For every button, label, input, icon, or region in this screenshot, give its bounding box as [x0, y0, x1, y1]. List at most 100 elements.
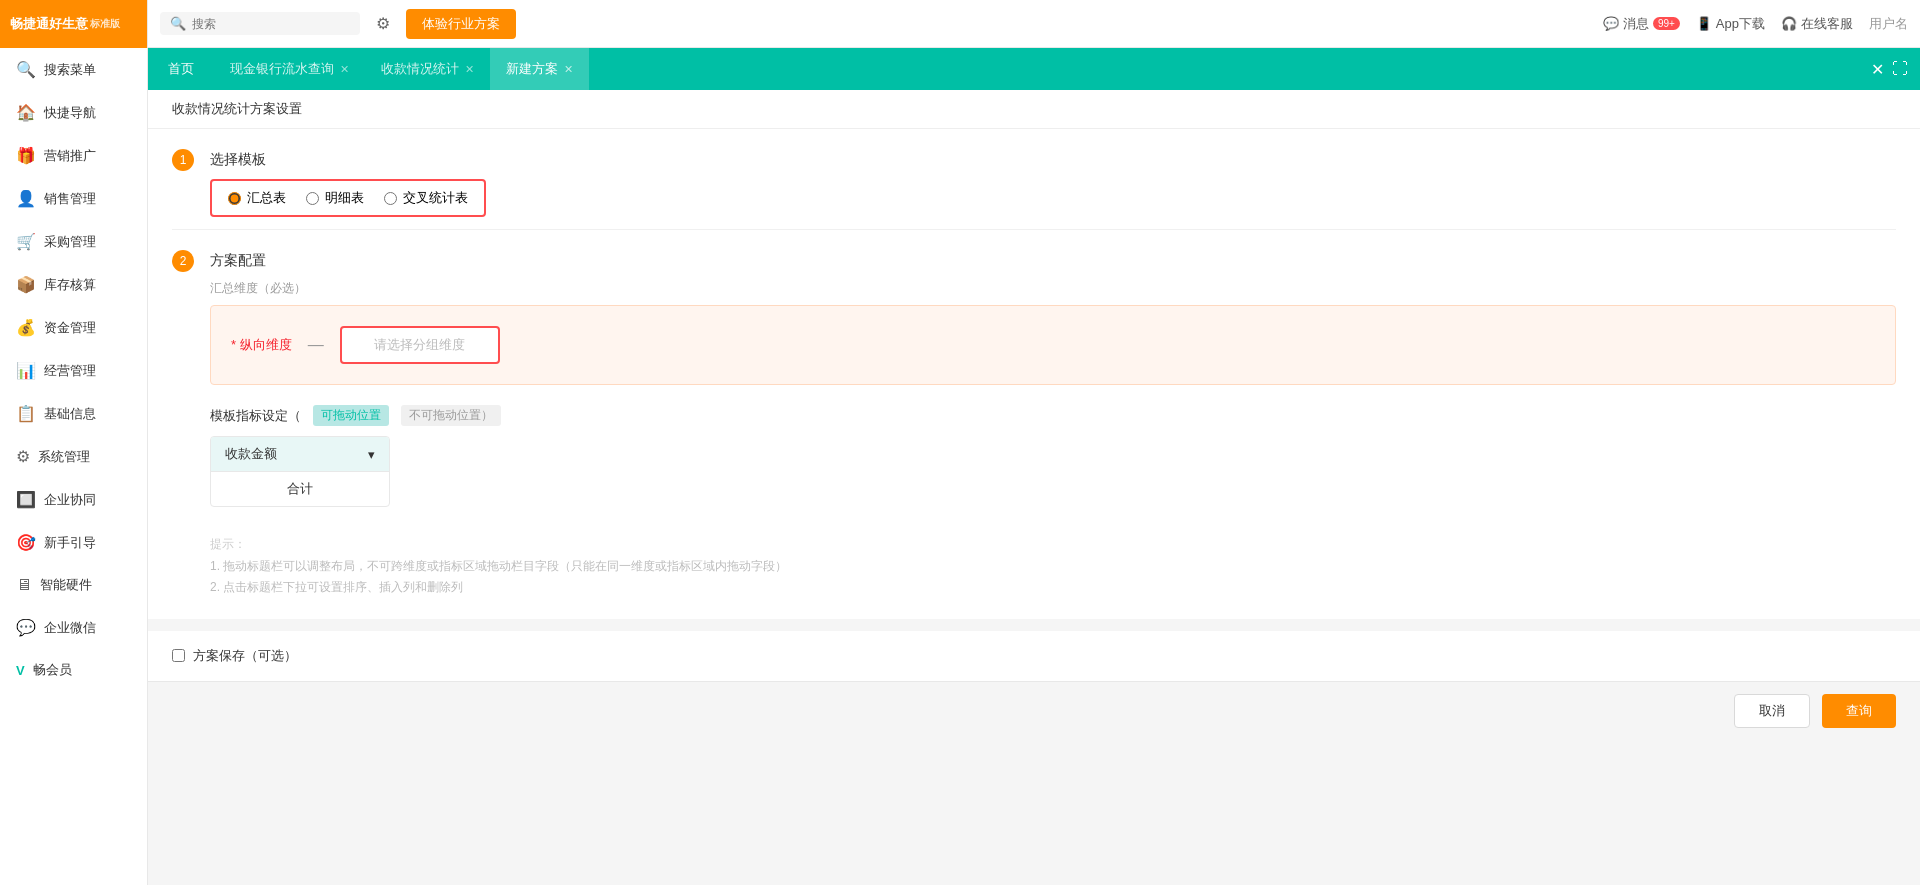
download-item[interactable]: 📱 App下载: [1696, 15, 1765, 33]
sidebar-item-management[interactable]: 📊 经营管理: [0, 349, 147, 392]
arrow-icon: —: [308, 336, 324, 354]
sidebar-item-label: 企业协同: [44, 491, 96, 509]
tab-new-plan-label: 新建方案: [506, 60, 558, 78]
sidebar-item-finance[interactable]: 💰 资金管理: [0, 306, 147, 349]
search-icon: 🔍: [16, 60, 36, 79]
footer: 取消 查询: [148, 681, 1920, 740]
search-box[interactable]: 🔍: [160, 12, 360, 35]
sidebar-item-sales[interactable]: 👤 销售管理: [0, 177, 147, 220]
bell-icon: 💬: [1603, 16, 1619, 31]
sidebar-item-label: 企业微信: [44, 619, 96, 637]
radio-detail[interactable]: 明细表: [306, 189, 364, 207]
radio-summary-label: 汇总表: [247, 189, 286, 207]
sidebar-item-marketing[interactable]: 🎁 营销推广: [0, 134, 147, 177]
radio-detail-input[interactable]: [306, 192, 319, 205]
vip-icon: V: [16, 663, 25, 678]
sidebar-item-label: 系统管理: [38, 448, 90, 466]
topbar-right: 💬 消息 99+ 📱 App下载 🎧 在线客服 用户名: [1603, 15, 1908, 33]
sidebar-item-purchase[interactable]: 🛒 采购管理: [0, 220, 147, 263]
tab-home-label: 首页: [168, 60, 194, 78]
tag-fixed: 不可拖动位置）: [401, 405, 501, 426]
dimension-area: * 纵向维度 — 请选择分组维度: [210, 305, 1896, 385]
metric-header-label: 收款金额: [225, 445, 277, 463]
sidebar-item-basic-info[interactable]: 📋 基础信息: [0, 392, 147, 435]
hardware-icon: 🖥: [16, 576, 32, 594]
sidebar-item-wechat[interactable]: 💬 企业微信: [0, 606, 147, 649]
sidebar-item-label: 营销推广: [44, 147, 96, 165]
step2-section: 2 方案配置 汇总维度（必选） * 纵向维度 — 请选择分组维度: [172, 250, 1896, 599]
sidebar-item-label: 基础信息: [44, 405, 96, 423]
app-name: 畅捷通好生意: [10, 15, 88, 33]
step1-title: 选择模板: [210, 151, 266, 169]
breadcrumb: 收款情况统计方案设置: [172, 101, 302, 116]
sidebar-item-guide[interactable]: 🎯 新手引导: [0, 521, 147, 564]
gift-icon: 🎁: [16, 146, 36, 165]
radio-summary-input[interactable]: [228, 192, 241, 205]
save-section: 方案保存（可选）: [148, 631, 1920, 681]
metric-table-row: 合计: [211, 472, 389, 506]
tips-title: 提示：: [210, 537, 246, 551]
box-icon: 📦: [16, 275, 36, 294]
tab-home[interactable]: 首页: [148, 48, 214, 90]
dimension-select[interactable]: 请选择分组维度: [340, 326, 500, 364]
settings-icon: ⚙: [16, 447, 30, 466]
save-checkbox[interactable]: [172, 649, 185, 662]
sidebar-item-enterprise[interactable]: 🔲 企业协同: [0, 478, 147, 521]
tip-item-2: 2. 点击标题栏下拉可设置排序、插入列和删除列: [210, 577, 1896, 599]
sidebar-item-inventory[interactable]: 📦 库存核算: [0, 263, 147, 306]
enterprise-icon: 🔲: [16, 490, 36, 509]
sidebar-item-system[interactable]: ⚙ 系统管理: [0, 435, 147, 478]
sidebar-item-label: 新手引导: [44, 534, 96, 552]
chart-icon: 📊: [16, 361, 36, 380]
close-icon[interactable]: ✕: [340, 63, 349, 76]
sidebar-item-label: 经营管理: [44, 362, 96, 380]
settings-icon[interactable]: ⚙: [376, 14, 390, 33]
download-label: App下载: [1716, 15, 1765, 33]
tab-receipts[interactable]: 收款情况统计 ✕: [365, 48, 490, 90]
vertical-dimension-label: * 纵向维度: [231, 336, 292, 354]
cancel-button[interactable]: 取消: [1734, 694, 1810, 728]
page-content: 收款情况统计方案设置 1 选择模板 汇总表 明细表: [148, 90, 1920, 885]
radio-detail-label: 明细表: [325, 189, 364, 207]
search-input[interactable]: [192, 17, 332, 31]
sidebar-logo: 畅捷通好生意 标准版: [0, 0, 147, 48]
tab-cashflow[interactable]: 现金银行流水查询 ✕: [214, 48, 365, 90]
close-icon[interactable]: ✕: [564, 63, 573, 76]
sidebar-item-search[interactable]: 🔍 搜索菜单: [0, 48, 147, 91]
divider: [172, 229, 1896, 230]
tabbar-controls: ✕ ⛶: [1871, 60, 1920, 79]
money-icon: 💰: [16, 318, 36, 337]
industry-solution-button[interactable]: 体验行业方案: [406, 9, 516, 39]
topbar: 🔍 ⚙ 体验行业方案 💬 消息 99+ 📱 App下载 🎧 在线客服 用户名: [148, 0, 1920, 48]
step1-row: 1 选择模板: [172, 149, 1896, 171]
close-window-icon[interactable]: ✕: [1871, 60, 1884, 79]
query-button[interactable]: 查询: [1822, 694, 1896, 728]
radio-cross-input[interactable]: [384, 192, 397, 205]
home-icon: 🏠: [16, 103, 36, 122]
close-icon[interactable]: ✕: [465, 63, 474, 76]
wechat-icon: 💬: [16, 618, 36, 637]
clipboard-icon: 📋: [16, 404, 36, 423]
cart-icon: 🛒: [16, 232, 36, 251]
tag-movable: 可拖动位置: [313, 405, 389, 426]
metric-section: 模板指标设定（ 可拖动位置 不可拖动位置） 收款金额 ▾ 合计: [210, 405, 1896, 510]
template-selection-box: 汇总表 明细表 交叉统计表: [210, 179, 486, 217]
notifications-item[interactable]: 💬 消息 99+: [1603, 15, 1680, 33]
expand-icon[interactable]: ⛶: [1892, 60, 1908, 78]
step2-title: 方案配置: [210, 252, 266, 270]
metric-table: 收款金额 ▾ 合计: [210, 436, 390, 507]
tabbar: 首页 现金银行流水查询 ✕ 收款情况统计 ✕ 新建方案 ✕ ✕ ⛶: [148, 48, 1920, 90]
tab-new-plan[interactable]: 新建方案 ✕: [490, 48, 589, 90]
radio-cross[interactable]: 交叉统计表: [384, 189, 468, 207]
sidebar-item-hardware[interactable]: 🖥 智能硬件: [0, 564, 147, 606]
metric-section-label: 模板指标设定（: [210, 407, 301, 425]
sidebar-item-quicknav[interactable]: 🏠 快捷导航: [0, 91, 147, 134]
download-icon: 📱: [1696, 16, 1712, 31]
support-item[interactable]: 🎧 在线客服: [1781, 15, 1853, 33]
radio-summary[interactable]: 汇总表: [228, 189, 286, 207]
dropdown-icon[interactable]: ▾: [368, 447, 375, 462]
sidebar-item-vip[interactable]: V 畅会员: [0, 649, 147, 691]
sidebar-item-label: 智能硬件: [40, 576, 92, 594]
dimension-section-label: 汇总维度（必选）: [210, 280, 1896, 297]
metric-label-row: 模板指标设定（ 可拖动位置 不可拖动位置）: [210, 405, 1896, 426]
